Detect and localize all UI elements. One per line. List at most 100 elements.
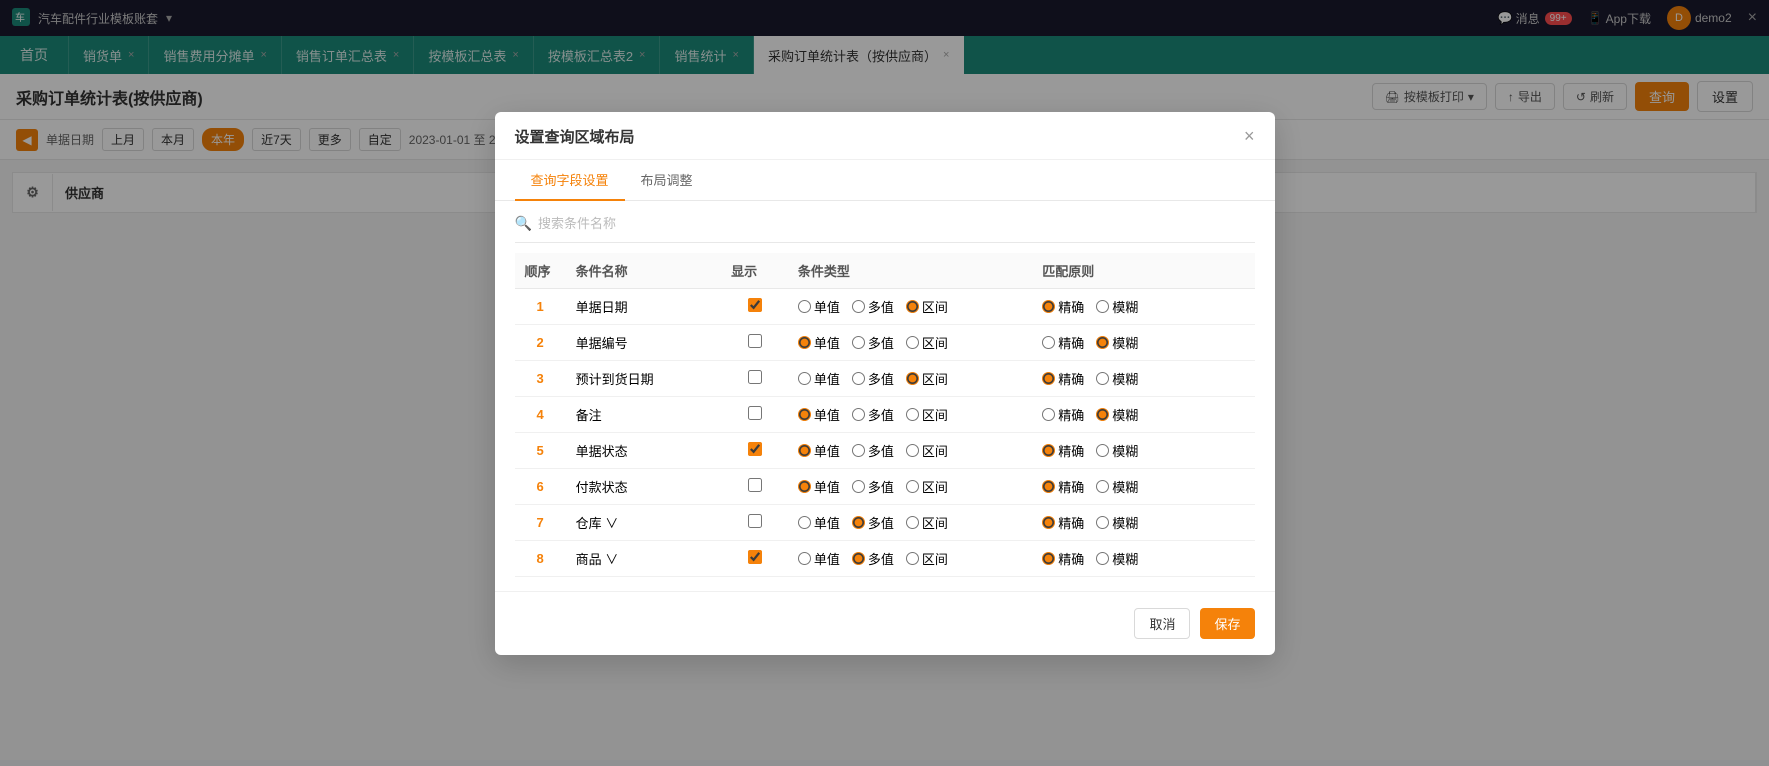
show-checkbox-label[interactable] <box>748 372 762 387</box>
match-radio-模糊[interactable]: 模糊 <box>1096 405 1138 424</box>
type-radio-input-区间[interactable] <box>906 300 919 313</box>
show-checkbox-label[interactable] <box>748 300 762 315</box>
row-show-cell[interactable] <box>721 576 788 583</box>
show-checkbox[interactable] <box>748 442 762 456</box>
match-radio-精确[interactable]: 精确 <box>1042 549 1084 568</box>
row-show-cell[interactable] <box>721 288 788 324</box>
match-radio-input-精确[interactable] <box>1042 516 1055 529</box>
match-radio-input-模糊[interactable] <box>1096 516 1109 529</box>
match-radio-模糊[interactable]: 模糊 <box>1096 333 1138 352</box>
type-radio-input-多值[interactable] <box>852 336 865 349</box>
save-btn[interactable]: 保存 <box>1200 608 1254 639</box>
type-radio-单值[interactable]: 单值 <box>798 477 840 496</box>
show-checkbox-label[interactable] <box>748 480 762 495</box>
type-radio-input-区间[interactable] <box>906 552 919 565</box>
match-radio-模糊[interactable]: 模糊 <box>1096 369 1138 388</box>
row-match-cell[interactable]: 精确模糊 <box>1032 432 1254 468</box>
cancel-btn[interactable]: 取消 <box>1134 608 1190 639</box>
row-show-cell[interactable] <box>721 540 788 576</box>
match-radio-模糊[interactable]: 模糊 <box>1096 513 1138 532</box>
row-match-cell[interactable]: 精确模糊 <box>1032 396 1254 432</box>
type-radio-input-区间[interactable] <box>906 444 919 457</box>
type-radio-单值[interactable]: 单值 <box>798 333 840 352</box>
match-radio-input-精确[interactable] <box>1042 300 1055 313</box>
type-radio-input-多值[interactable] <box>852 300 865 313</box>
show-checkbox[interactable] <box>748 478 762 492</box>
show-checkbox-label[interactable] <box>748 336 762 351</box>
match-radio-模糊[interactable]: 模糊 <box>1096 297 1138 316</box>
show-checkbox-label[interactable] <box>748 552 762 567</box>
show-checkbox[interactable] <box>748 550 762 564</box>
row-show-cell[interactable] <box>721 324 788 360</box>
match-radio-input-模糊[interactable] <box>1096 480 1109 493</box>
match-radio-input-模糊[interactable] <box>1096 372 1109 385</box>
row-match-cell[interactable]: 精确模糊 <box>1032 576 1254 583</box>
type-radio-区间[interactable]: 区间 <box>906 477 948 496</box>
row-type-cell[interactable]: 单值多值区间 <box>788 288 1032 324</box>
type-radio-input-单值[interactable] <box>798 300 811 313</box>
match-radio-模糊[interactable]: 模糊 <box>1096 441 1138 460</box>
type-radio-区间[interactable]: 区间 <box>906 297 948 316</box>
type-radio-input-区间[interactable] <box>906 408 919 421</box>
match-radio-input-精确[interactable] <box>1042 336 1055 349</box>
row-type-cell[interactable]: 单值多值区间 <box>788 468 1032 504</box>
type-radio-input-区间[interactable] <box>906 336 919 349</box>
type-radio-单值[interactable]: 单值 <box>798 549 840 568</box>
dialog-close-btn[interactable]: × <box>1244 127 1255 145</box>
row-show-cell[interactable] <box>721 432 788 468</box>
type-radio-input-多值[interactable] <box>852 516 865 529</box>
type-radio-input-单值[interactable] <box>798 480 811 493</box>
type-radio-多值[interactable]: 多值 <box>852 513 894 532</box>
show-checkbox[interactable] <box>748 334 762 348</box>
type-radio-多值[interactable]: 多值 <box>852 333 894 352</box>
type-radio-单值[interactable]: 单值 <box>798 297 840 316</box>
row-type-cell[interactable]: 单值多值区间 <box>788 324 1032 360</box>
condition-search-input[interactable] <box>538 216 738 231</box>
match-radio-input-精确[interactable] <box>1042 480 1055 493</box>
row-type-cell[interactable]: 单值多值区间 <box>788 360 1032 396</box>
match-radio-input-模糊[interactable] <box>1096 444 1109 457</box>
match-radio-input-精确[interactable] <box>1042 552 1055 565</box>
type-radio-多值[interactable]: 多值 <box>852 405 894 424</box>
match-radio-input-模糊[interactable] <box>1096 408 1109 421</box>
type-radio-区间[interactable]: 区间 <box>906 513 948 532</box>
row-type-cell[interactable]: 单值多值区间 <box>788 432 1032 468</box>
type-radio-区间[interactable]: 区间 <box>906 369 948 388</box>
show-checkbox-label[interactable] <box>748 408 762 423</box>
match-radio-input-模糊[interactable] <box>1096 336 1109 349</box>
type-radio-单值[interactable]: 单值 <box>798 405 840 424</box>
type-radio-input-单值[interactable] <box>798 372 811 385</box>
type-radio-input-单值[interactable] <box>798 552 811 565</box>
row-type-cell[interactable]: 单值多值区间 <box>788 504 1032 540</box>
type-radio-input-单值[interactable] <box>798 444 811 457</box>
show-checkbox[interactable] <box>748 514 762 528</box>
type-radio-单值[interactable]: 单值 <box>798 513 840 532</box>
type-radio-多值[interactable]: 多值 <box>852 477 894 496</box>
match-radio-精确[interactable]: 精确 <box>1042 441 1084 460</box>
row-type-cell[interactable]: 单值多值区间 <box>788 540 1032 576</box>
match-radio-精确[interactable]: 精确 <box>1042 333 1084 352</box>
tab-query-field[interactable]: 查询字段设置 <box>515 160 625 201</box>
type-radio-多值[interactable]: 多值 <box>852 369 894 388</box>
conditions-table-scroll[interactable]: 顺序 条件名称 显示 条件类型 匹配原则 1单据日期单值多值区间精确模糊2单据编… <box>515 253 1255 583</box>
match-radio-精确[interactable]: 精确 <box>1042 369 1084 388</box>
type-radio-input-多值[interactable] <box>852 480 865 493</box>
match-radio-input-模糊[interactable] <box>1096 552 1109 565</box>
match-radio-input-精确[interactable] <box>1042 372 1055 385</box>
match-radio-input-模糊[interactable] <box>1096 300 1109 313</box>
show-checkbox[interactable] <box>748 370 762 384</box>
row-match-cell[interactable]: 精确模糊 <box>1032 324 1254 360</box>
match-radio-精确[interactable]: 精确 <box>1042 477 1084 496</box>
type-radio-input-多值[interactable] <box>852 444 865 457</box>
row-show-cell[interactable] <box>721 468 788 504</box>
type-radio-input-单值[interactable] <box>798 408 811 421</box>
row-match-cell[interactable]: 精确模糊 <box>1032 468 1254 504</box>
match-radio-精确[interactable]: 精确 <box>1042 513 1084 532</box>
type-radio-input-区间[interactable] <box>906 516 919 529</box>
type-radio-区间[interactable]: 区间 <box>906 441 948 460</box>
row-match-cell[interactable]: 精确模糊 <box>1032 288 1254 324</box>
type-radio-多值[interactable]: 多值 <box>852 549 894 568</box>
row-show-cell[interactable] <box>721 396 788 432</box>
type-radio-input-单值[interactable] <box>798 336 811 349</box>
show-checkbox-label[interactable] <box>748 444 762 459</box>
